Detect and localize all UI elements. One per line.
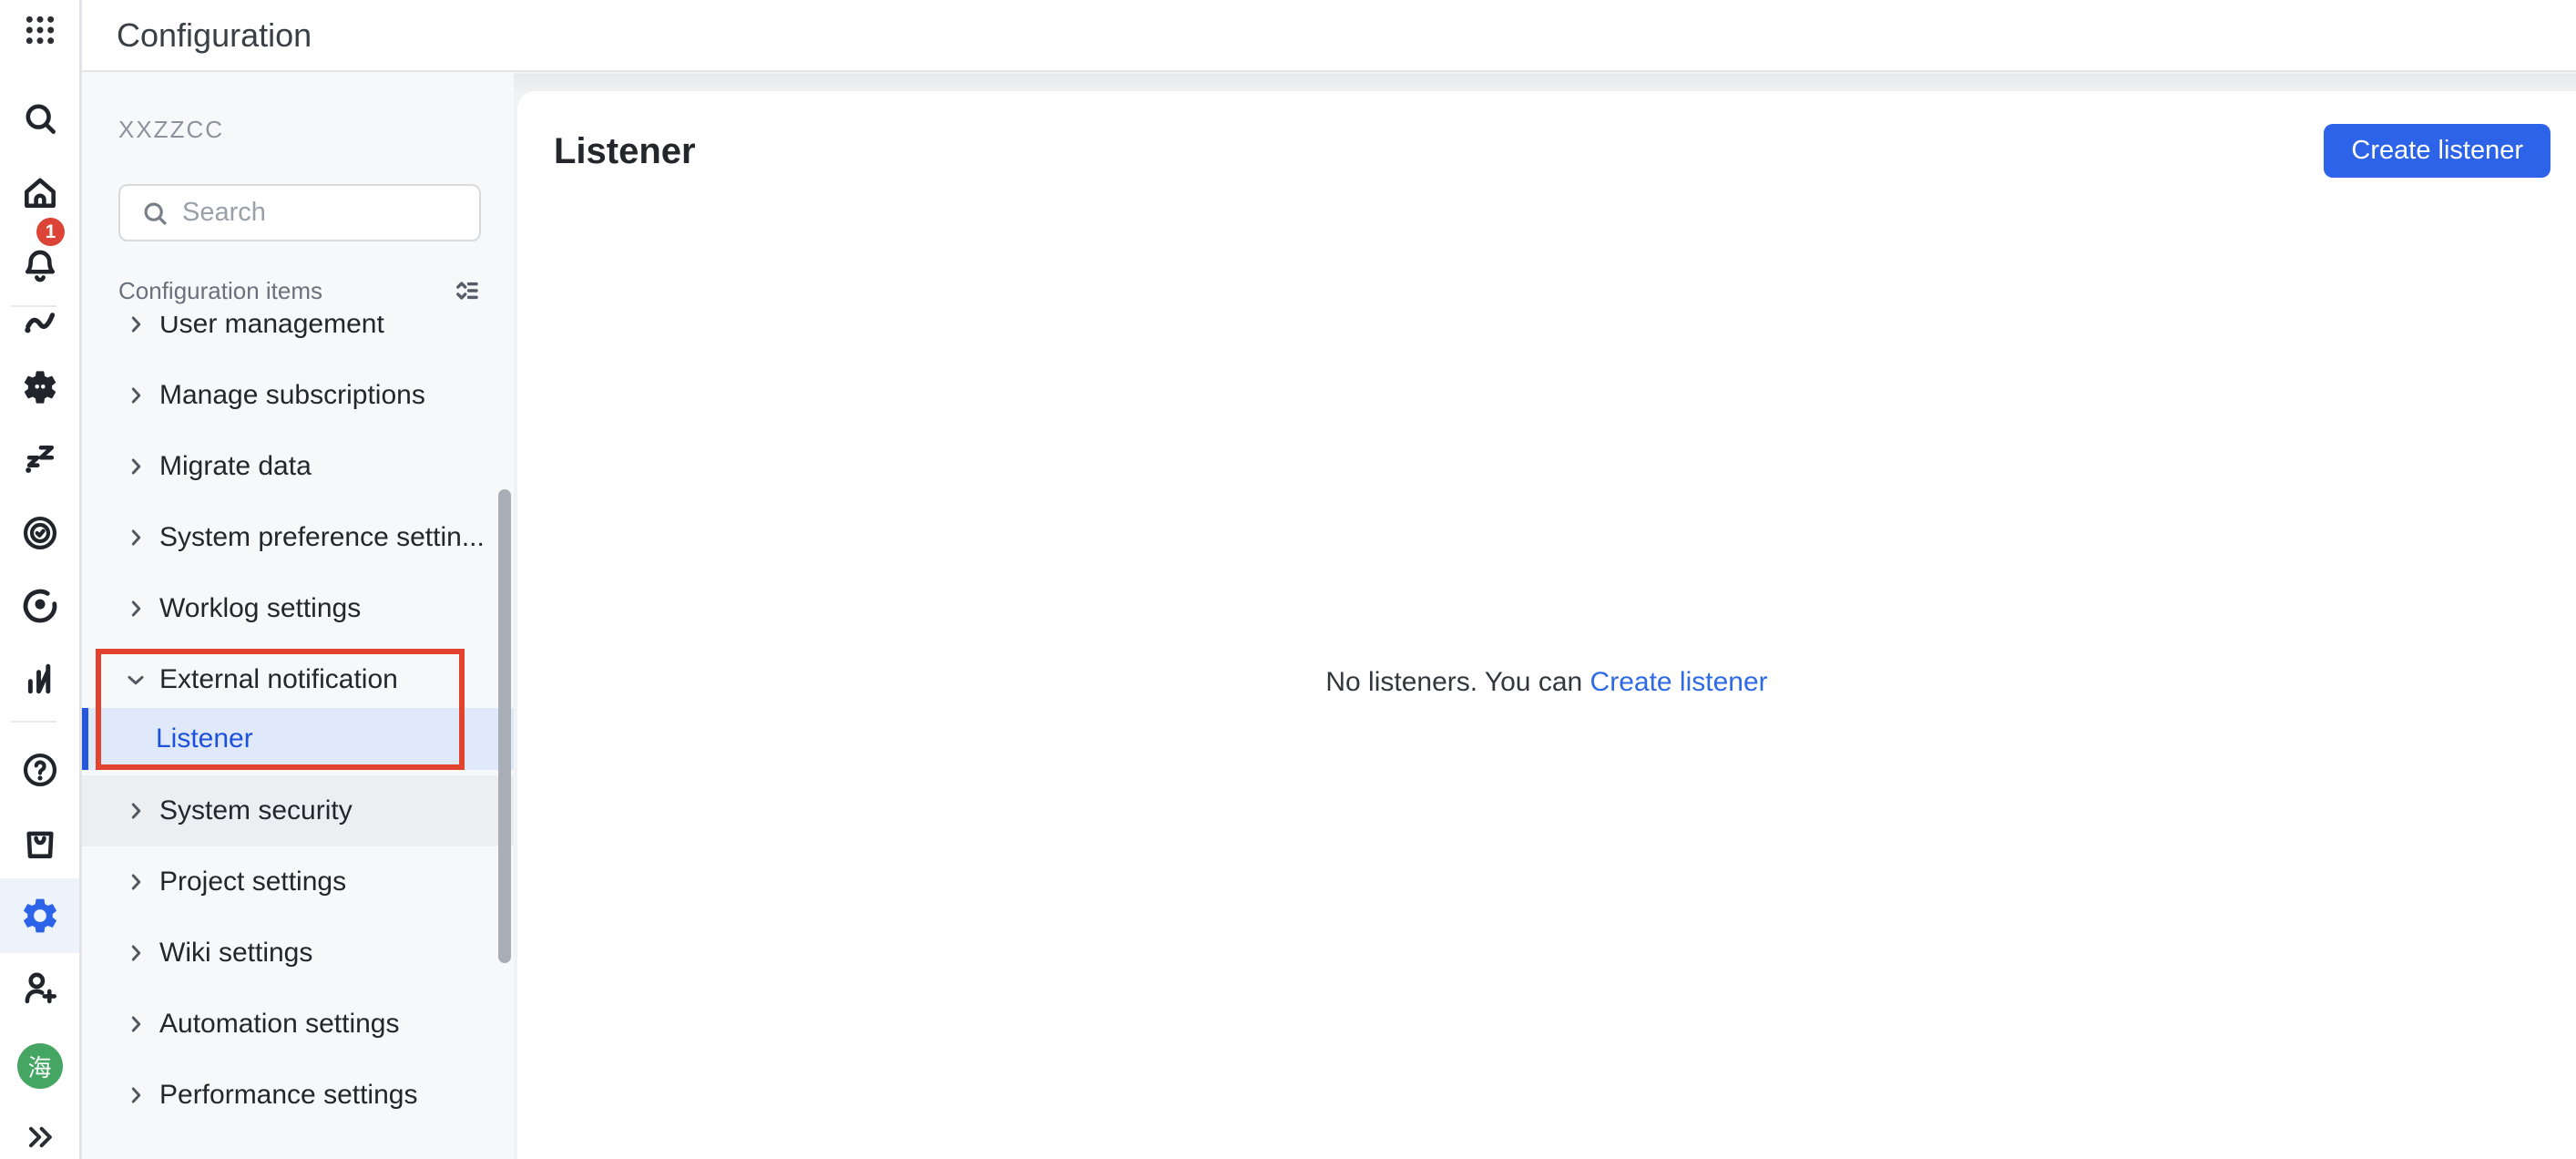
workspace-name: XXZZCC xyxy=(118,116,224,143)
chevron-right-icon xyxy=(124,870,148,894)
sidebar-item-wiki-settings[interactable]: Wiki settings xyxy=(82,918,514,989)
sidebar-item-performance-settings[interactable]: Performance settings xyxy=(82,1060,514,1131)
bar-chart-icon[interactable] xyxy=(0,641,79,716)
home-icon[interactable] xyxy=(0,156,79,231)
selected-indicator-bar xyxy=(82,708,88,770)
notification-badge: 1 xyxy=(36,218,65,246)
sidebar-item-listener[interactable]: Listener xyxy=(82,708,514,770)
help-circle-icon[interactable] xyxy=(0,733,79,807)
expand-double-chevron-icon[interactable] xyxy=(0,1100,79,1159)
sidebar-item-project-settings[interactable]: Project settings xyxy=(82,846,514,918)
chevron-right-icon xyxy=(124,1083,148,1107)
content-title: Listener xyxy=(554,131,696,171)
goal-target-icon[interactable] xyxy=(0,569,79,643)
empty-state: No listeners. You can Create listener xyxy=(517,667,2576,698)
chevron-right-icon xyxy=(124,941,148,965)
main-content: Listener Create listener No listeners. Y… xyxy=(517,91,2576,1159)
chevron-right-icon xyxy=(124,316,148,336)
top-bar: Configuration xyxy=(82,0,2576,72)
sidebar-scrollbar[interactable] xyxy=(498,489,511,963)
config-sidebar: XXZZCC Configuration items User xyxy=(82,72,514,1159)
avatar[interactable]: 海 xyxy=(0,1029,79,1103)
search-icon xyxy=(144,202,167,225)
sidebar-item-migrate-data[interactable]: Migrate data xyxy=(82,431,514,502)
sidebar-item-system-preference-settings[interactable]: System preference settin... xyxy=(82,502,514,573)
chevron-right-icon xyxy=(124,384,148,407)
swoosh-logo-icon[interactable] xyxy=(0,283,79,358)
section-label: Configuration items xyxy=(118,276,322,304)
sidebar-item-automation-settings[interactable]: Automation settings xyxy=(82,989,514,1060)
icon-rail: 1 海 xyxy=(0,0,82,1159)
chevron-right-icon xyxy=(124,799,148,823)
empty-state-text: No listeners. You can xyxy=(1325,667,1583,697)
sidebar-item-external-notification[interactable]: External notification xyxy=(82,644,514,715)
chevron-right-icon xyxy=(124,1012,148,1036)
sidebar-item-manage-subscriptions[interactable]: Manage subscriptions xyxy=(82,360,514,431)
shopping-bag-icon[interactable] xyxy=(0,805,79,880)
collapse-all-icon[interactable] xyxy=(450,275,481,306)
sleep-zzz-icon[interactable] xyxy=(0,423,79,497)
create-listener-link[interactable]: Create listener xyxy=(1590,667,1768,697)
search-icon[interactable] xyxy=(0,81,79,156)
create-listener-button[interactable]: Create listener xyxy=(2324,124,2550,178)
app-root: Configuration 1 海 XXZZCC Search Configur… xyxy=(0,0,2576,1159)
sidebar-item-system-security[interactable]: System security xyxy=(82,775,514,846)
search-input[interactable] xyxy=(182,198,474,228)
bug-settings-icon[interactable] xyxy=(0,350,79,425)
chevron-right-icon xyxy=(124,455,148,478)
settings-gear-icon[interactable] xyxy=(0,878,79,953)
rail-divider xyxy=(11,721,56,723)
sidebar-search[interactable] xyxy=(118,184,481,241)
config-items-list: User management Manage subscriptions Mig… xyxy=(82,316,514,1141)
person-add-icon[interactable] xyxy=(0,951,79,1026)
page-title: Configuration xyxy=(117,15,312,54)
sidebar-item-worklog-settings[interactable]: Worklog settings xyxy=(82,573,514,644)
chevron-down-icon xyxy=(124,668,148,692)
chevron-right-icon xyxy=(124,526,148,549)
verified-circle-icon[interactable] xyxy=(0,496,79,570)
apps-grid-icon[interactable] xyxy=(0,0,79,67)
sidebar-item-user-management[interactable]: User management xyxy=(82,316,514,360)
chevron-right-icon xyxy=(124,597,148,621)
section-header: Configuration items xyxy=(118,275,481,306)
